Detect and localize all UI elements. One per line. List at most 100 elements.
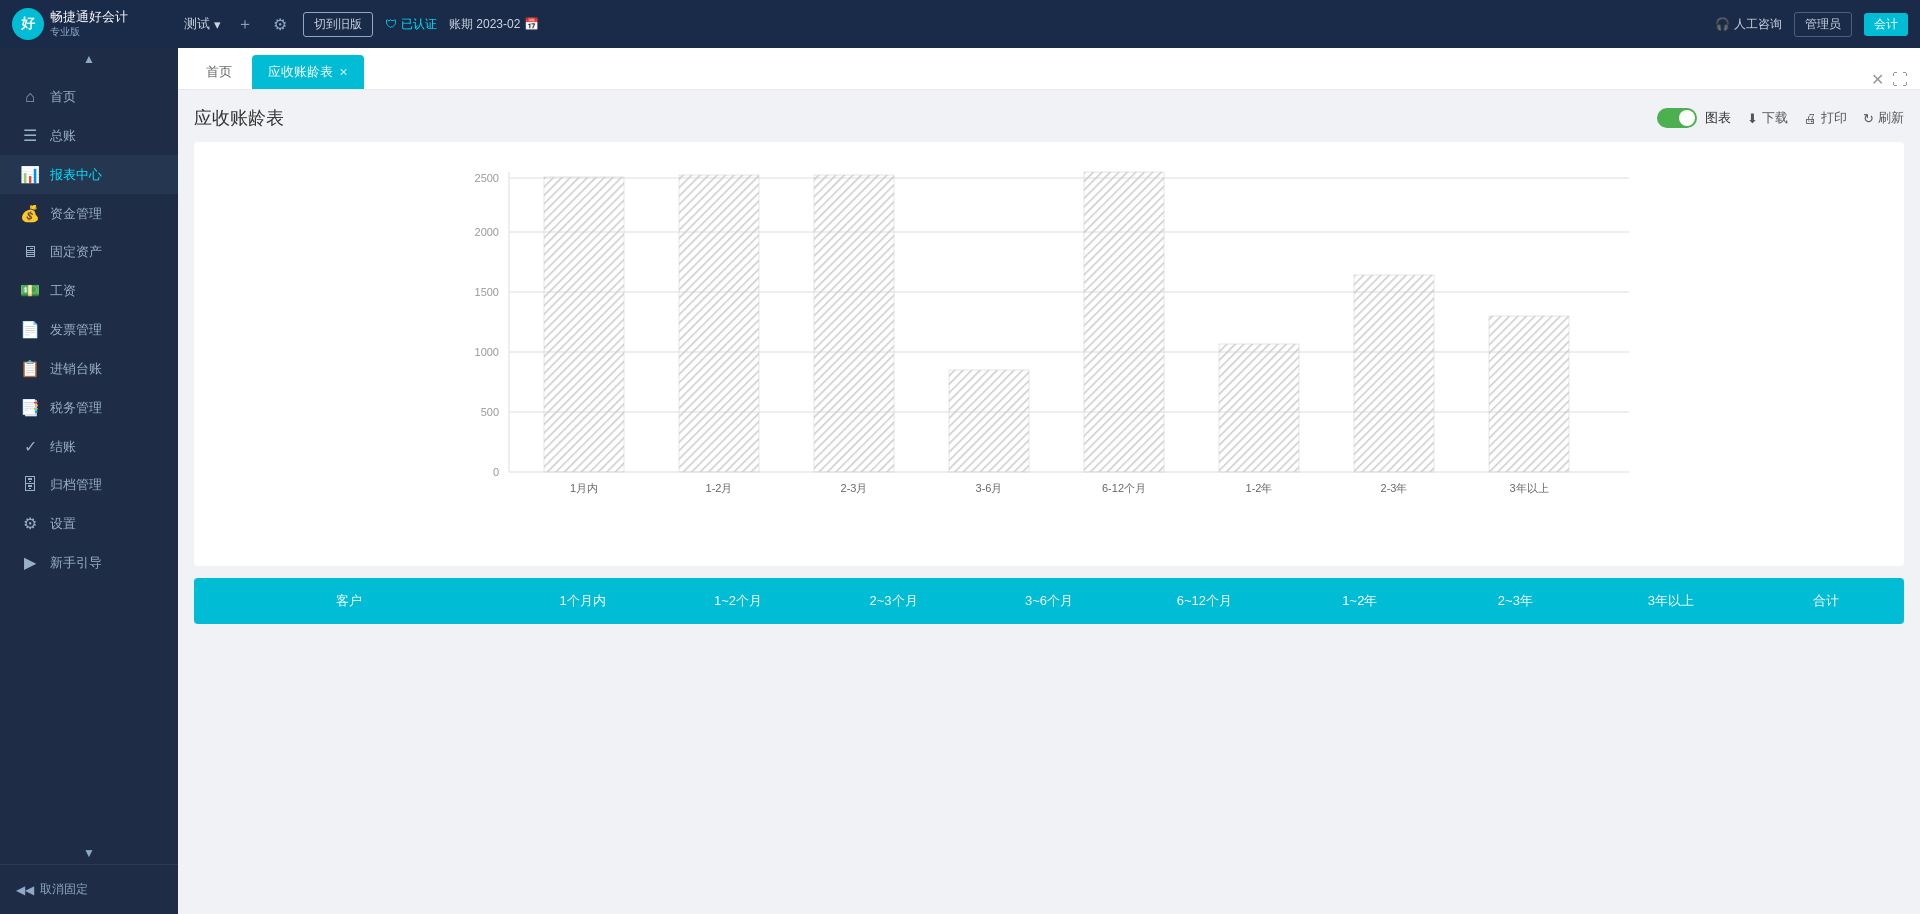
page-actions: 图表 ⬇ 下载 🖨 打印 ↻ 刷新 <box>1657 108 1904 128</box>
topbar: 好 畅捷通好会计 专业版 测试 ▾ ＋ ⚙ 切到旧版 🛡 已认证 账期 2023… <box>0 0 1920 48</box>
sidebar-item-invoice[interactable]: 📄 发票管理 <box>0 310 178 349</box>
fullscreen-icon[interactable]: ⛶ <box>1892 71 1908 89</box>
invoice-icon: 📄 <box>20 320 40 339</box>
project-selector[interactable]: 测试 ▾ <box>184 15 221 33</box>
project-name: 测试 <box>184 15 210 33</box>
sidebar-item-ledger[interactable]: ☰ 总账 <box>0 116 178 155</box>
certified-text: 已认证 <box>401 16 437 33</box>
period-display: 账期 2023-02 📅 <box>449 16 539 33</box>
sidebar-item-archive[interactable]: 🗄 归档管理 <box>0 466 178 504</box>
sidebar-item-label: 发票管理 <box>50 321 102 339</box>
sidebar-item-funds[interactable]: 💰 资金管理 <box>0 194 178 233</box>
refresh-icon: ↻ <box>1863 111 1874 126</box>
sidebar-item-label: 总账 <box>50 127 76 145</box>
download-button[interactable]: ⬇ 下载 <box>1747 109 1788 127</box>
print-button[interactable]: 🖨 打印 <box>1804 109 1847 127</box>
svg-text:2-3年: 2-3年 <box>1381 482 1408 494</box>
svg-text:500: 500 <box>481 406 499 418</box>
service-button[interactable]: 🎧 人工咨询 <box>1715 16 1782 33</box>
ledger-icon: ☰ <box>20 126 40 145</box>
logo-area: 好 畅捷通好会计 专业版 <box>12 8 172 40</box>
bar-2-3month <box>814 175 894 472</box>
tab-home[interactable]: 首页 <box>190 55 248 89</box>
bar-3plus-year <box>1489 316 1569 472</box>
assets-icon: 🖥 <box>20 243 40 261</box>
unfix-button[interactable]: ◀◀ 取消固定 <box>0 873 178 906</box>
sidebar-item-salary[interactable]: 💵 工资 <box>0 271 178 310</box>
tax-icon: 📑 <box>20 398 40 417</box>
page-header: 应收账龄表 图表 ⬇ 下载 🖨 打印 <box>194 106 1904 130</box>
sidebar-item-label: 结账 <box>50 438 76 456</box>
bar-6-12month <box>1084 172 1164 472</box>
archive-icon: 🗄 <box>20 476 40 494</box>
main-layout: ▲ ⌂ 首页 ☰ 总账 📊 报表中心 💰 资金管理 🖥 固定资产 <box>0 48 1920 914</box>
sidebar-item-tax[interactable]: 📑 税务管理 <box>0 388 178 427</box>
content-area: 首页 应收账龄表 ✕ ✕ ⛶ 应收账龄表 <box>178 48 1920 914</box>
funds-icon: 💰 <box>20 204 40 223</box>
sidebar-item-label: 设置 <box>50 515 76 533</box>
tab-close-icon[interactable]: ✕ <box>339 66 348 79</box>
th-2-3year: 2~3年 <box>1438 578 1593 624</box>
page-content: 应收账龄表 图表 ⬇ 下载 🖨 打印 <box>178 90 1920 914</box>
sidebar-item-assets[interactable]: 🖥 固定资产 <box>0 233 178 271</box>
sidebar-nav: ⌂ 首页 ☰ 总账 📊 报表中心 💰 资金管理 🖥 固定资产 💵 工资 <box>0 70 178 842</box>
sidebar-item-label: 资金管理 <box>50 205 102 223</box>
period-value: 2023-02 <box>476 17 520 31</box>
calendar-icon[interactable]: 📅 <box>524 17 539 31</box>
svg-text:2500: 2500 <box>475 172 499 184</box>
sidebar-item-close-period[interactable]: ✓ 结账 <box>0 427 178 466</box>
th-3-6month: 3~6个月 <box>971 578 1126 624</box>
salary-icon: 💵 <box>20 281 40 300</box>
window-close-icon[interactable]: ✕ <box>1871 70 1884 89</box>
sales-icon: 📋 <box>20 359 40 378</box>
sidebar-item-home[interactable]: ⌂ 首页 <box>0 78 178 116</box>
scroll-down-arrow[interactable]: ▼ <box>0 842 178 864</box>
certified-badge: 🛡 已认证 <box>385 16 437 33</box>
table-container: 客户 1个月内 1~2个月 2~3个月 3~6个月 6~12个月 1~2年 2~… <box>194 578 1904 624</box>
toggle-label: 图表 <box>1705 109 1731 127</box>
switch-version-button[interactable]: 切到旧版 <box>303 12 373 37</box>
chevron-down-icon: ▾ <box>214 17 221 32</box>
manager-button[interactable]: 管理员 <box>1794 12 1852 37</box>
print-label: 打印 <box>1821 109 1847 127</box>
svg-text:1000: 1000 <box>475 346 499 358</box>
print-icon: 🖨 <box>1804 111 1817 126</box>
toggle-track[interactable] <box>1657 108 1697 128</box>
logo-icon: 好 <box>12 8 44 40</box>
sidebar-item-reports[interactable]: 📊 报表中心 <box>0 155 178 194</box>
refresh-button[interactable]: ↻ 刷新 <box>1863 109 1904 127</box>
gear-icon[interactable]: ⚙ <box>269 11 291 38</box>
sidebar-item-label: 归档管理 <box>50 476 102 494</box>
bar-1month <box>544 177 624 472</box>
svg-text:0: 0 <box>493 466 499 478</box>
service-label: 人工咨询 <box>1734 16 1782 33</box>
chart-container: 0 500 1000 1500 2000 2500 <box>194 142 1904 566</box>
svg-text:1月内: 1月内 <box>570 482 598 494</box>
sidebar-item-label: 新手引导 <box>50 554 102 572</box>
sidebar-item-sales[interactable]: 📋 进销台账 <box>0 349 178 388</box>
bar-chart: 0 500 1000 1500 2000 2500 <box>214 162 1884 542</box>
sidebar-item-label: 工资 <box>50 282 76 300</box>
th-2-3month: 2~3个月 <box>816 578 971 624</box>
svg-text:6-12个月: 6-12个月 <box>1102 482 1146 494</box>
sidebar-item-guide[interactable]: ▶ 新手引导 <box>0 543 178 582</box>
shield-icon: 🛡 <box>385 17 397 31</box>
topbar-right: 🎧 人工咨询 管理员 会计 <box>1715 12 1908 37</box>
bar-1-2month <box>679 175 759 472</box>
close-period-icon: ✓ <box>20 437 40 456</box>
download-icon: ⬇ <box>1747 111 1758 126</box>
th-1-2year: 1~2年 <box>1282 578 1437 624</box>
refresh-label: 刷新 <box>1878 109 1904 127</box>
scroll-up-arrow[interactable]: ▲ <box>0 48 178 70</box>
svg-text:1-2年: 1-2年 <box>1246 482 1273 494</box>
sidebar-item-settings[interactable]: ⚙ 设置 <box>0 504 178 543</box>
bar-2-3year <box>1354 275 1434 472</box>
th-1-2month: 1~2个月 <box>660 578 815 624</box>
chart-toggle[interactable]: 图表 <box>1657 108 1731 128</box>
sidebar: ▲ ⌂ 首页 ☰ 总账 📊 报表中心 💰 资金管理 🖥 固定资产 <box>0 48 178 914</box>
accountant-button[interactable]: 会计 <box>1864 13 1908 36</box>
add-icon[interactable]: ＋ <box>233 10 257 39</box>
tab-aging-report[interactable]: 应收账龄表 ✕ <box>252 55 364 89</box>
sidebar-item-label: 固定资产 <box>50 243 102 261</box>
svg-text:2-3月: 2-3月 <box>841 482 868 494</box>
